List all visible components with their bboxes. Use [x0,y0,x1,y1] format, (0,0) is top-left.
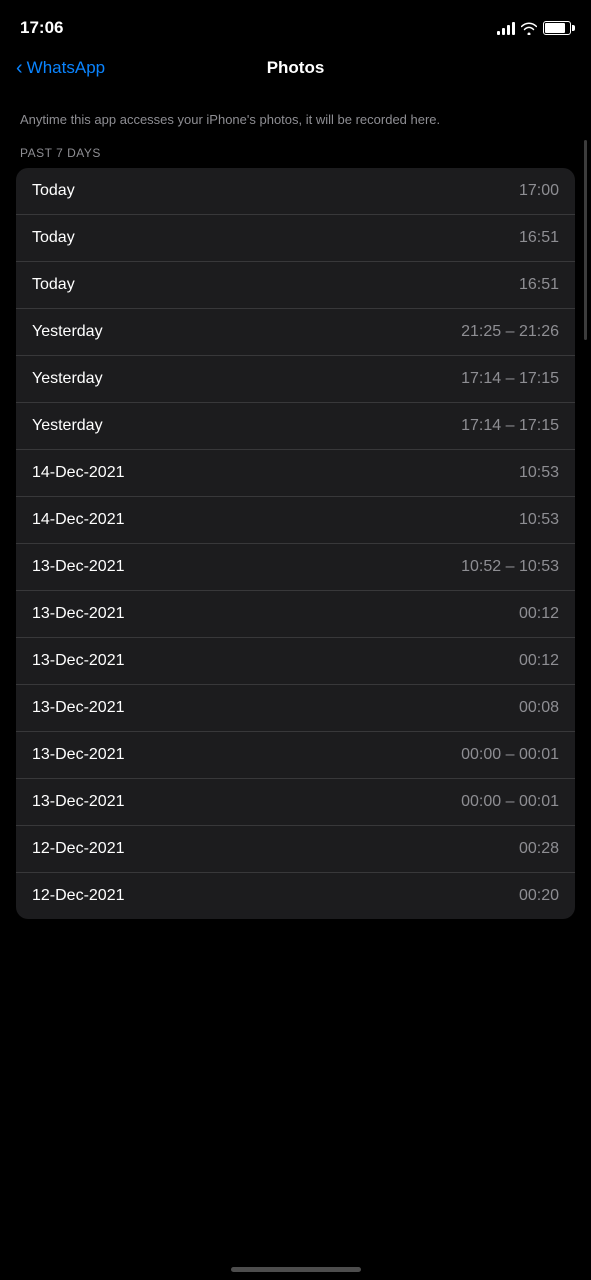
row-date: Today [32,229,75,247]
back-label: WhatsApp [27,58,105,78]
status-time: 17:06 [20,18,63,38]
row-time: 00:00 – 00:01 [461,746,559,764]
row-time: 00:12 [519,652,559,670]
row-time: 00:00 – 00:01 [461,793,559,811]
battery-fill [545,23,565,33]
table-row: Today 17:00 [16,168,575,215]
table-row: Yesterday 17:14 – 17:15 [16,356,575,403]
row-date: Yesterday [32,323,103,341]
row-date: 13-Dec-2021 [32,793,125,811]
table-row: 12-Dec-2021 00:28 [16,826,575,873]
row-time: 17:14 – 17:15 [461,370,559,388]
section-header: PAST 7 DAYS [0,142,591,168]
table-row: Yesterday 21:25 – 21:26 [16,309,575,356]
row-time: 21:25 – 21:26 [461,323,559,341]
wifi-icon [521,22,537,35]
home-indicator [231,1267,361,1272]
signal-bars-icon [497,21,515,35]
scrollbar[interactable] [584,140,587,340]
row-time: 10:52 – 10:53 [461,558,559,576]
table-row: 13-Dec-2021 00:12 [16,591,575,638]
table-row: 12-Dec-2021 00:20 [16,873,575,919]
back-button[interactable]: ‹ WhatsApp [16,58,105,78]
row-time: 10:53 [519,511,559,529]
status-icons [497,21,571,35]
row-time: 00:28 [519,840,559,858]
row-date: 13-Dec-2021 [32,746,125,764]
row-date: Yesterday [32,370,103,388]
row-time: 16:51 [519,229,559,247]
row-time: 00:20 [519,887,559,905]
row-date: 14-Dec-2021 [32,464,125,482]
row-date: 12-Dec-2021 [32,887,125,905]
nav-header: ‹ WhatsApp Photos [0,50,591,94]
row-date: 13-Dec-2021 [32,699,125,717]
row-time: 17:14 – 17:15 [461,417,559,435]
description-text: Anytime this app accesses your iPhone's … [0,94,591,142]
table-row: 14-Dec-2021 10:53 [16,497,575,544]
row-date: Today [32,276,75,294]
row-date: 13-Dec-2021 [32,652,125,670]
row-time: 17:00 [519,182,559,200]
status-bar: 17:06 [0,0,591,50]
table-row: 14-Dec-2021 10:53 [16,450,575,497]
table-row: Today 16:51 [16,215,575,262]
row-date: 13-Dec-2021 [32,605,125,623]
table-row: 13-Dec-2021 00:12 [16,638,575,685]
row-date: Yesterday [32,417,103,435]
access-log-table: Today 17:00 Today 16:51 Today 16:51 Yesterday 2… [16,168,575,919]
battery-icon [543,21,571,35]
back-chevron-icon: ‹ [16,58,23,78]
row-date: 13-Dec-2021 [32,558,125,576]
row-date: 12-Dec-2021 [32,840,125,858]
row-time: 00:12 [519,605,559,623]
row-time: 10:53 [519,464,559,482]
table-row: 13-Dec-2021 00:00 – 00:01 [16,732,575,779]
table-row: 13-Dec-2021 00:00 – 00:01 [16,779,575,826]
table-row: 13-Dec-2021 00:08 [16,685,575,732]
row-time: 16:51 [519,276,559,294]
table-row: 13-Dec-2021 10:52 – 10:53 [16,544,575,591]
row-date: Today [32,182,75,200]
row-time: 00:08 [519,699,559,717]
table-row: Yesterday 17:14 – 17:15 [16,403,575,450]
row-date: 14-Dec-2021 [32,511,125,529]
table-row: Today 16:51 [16,262,575,309]
page-title: Photos [267,58,325,78]
